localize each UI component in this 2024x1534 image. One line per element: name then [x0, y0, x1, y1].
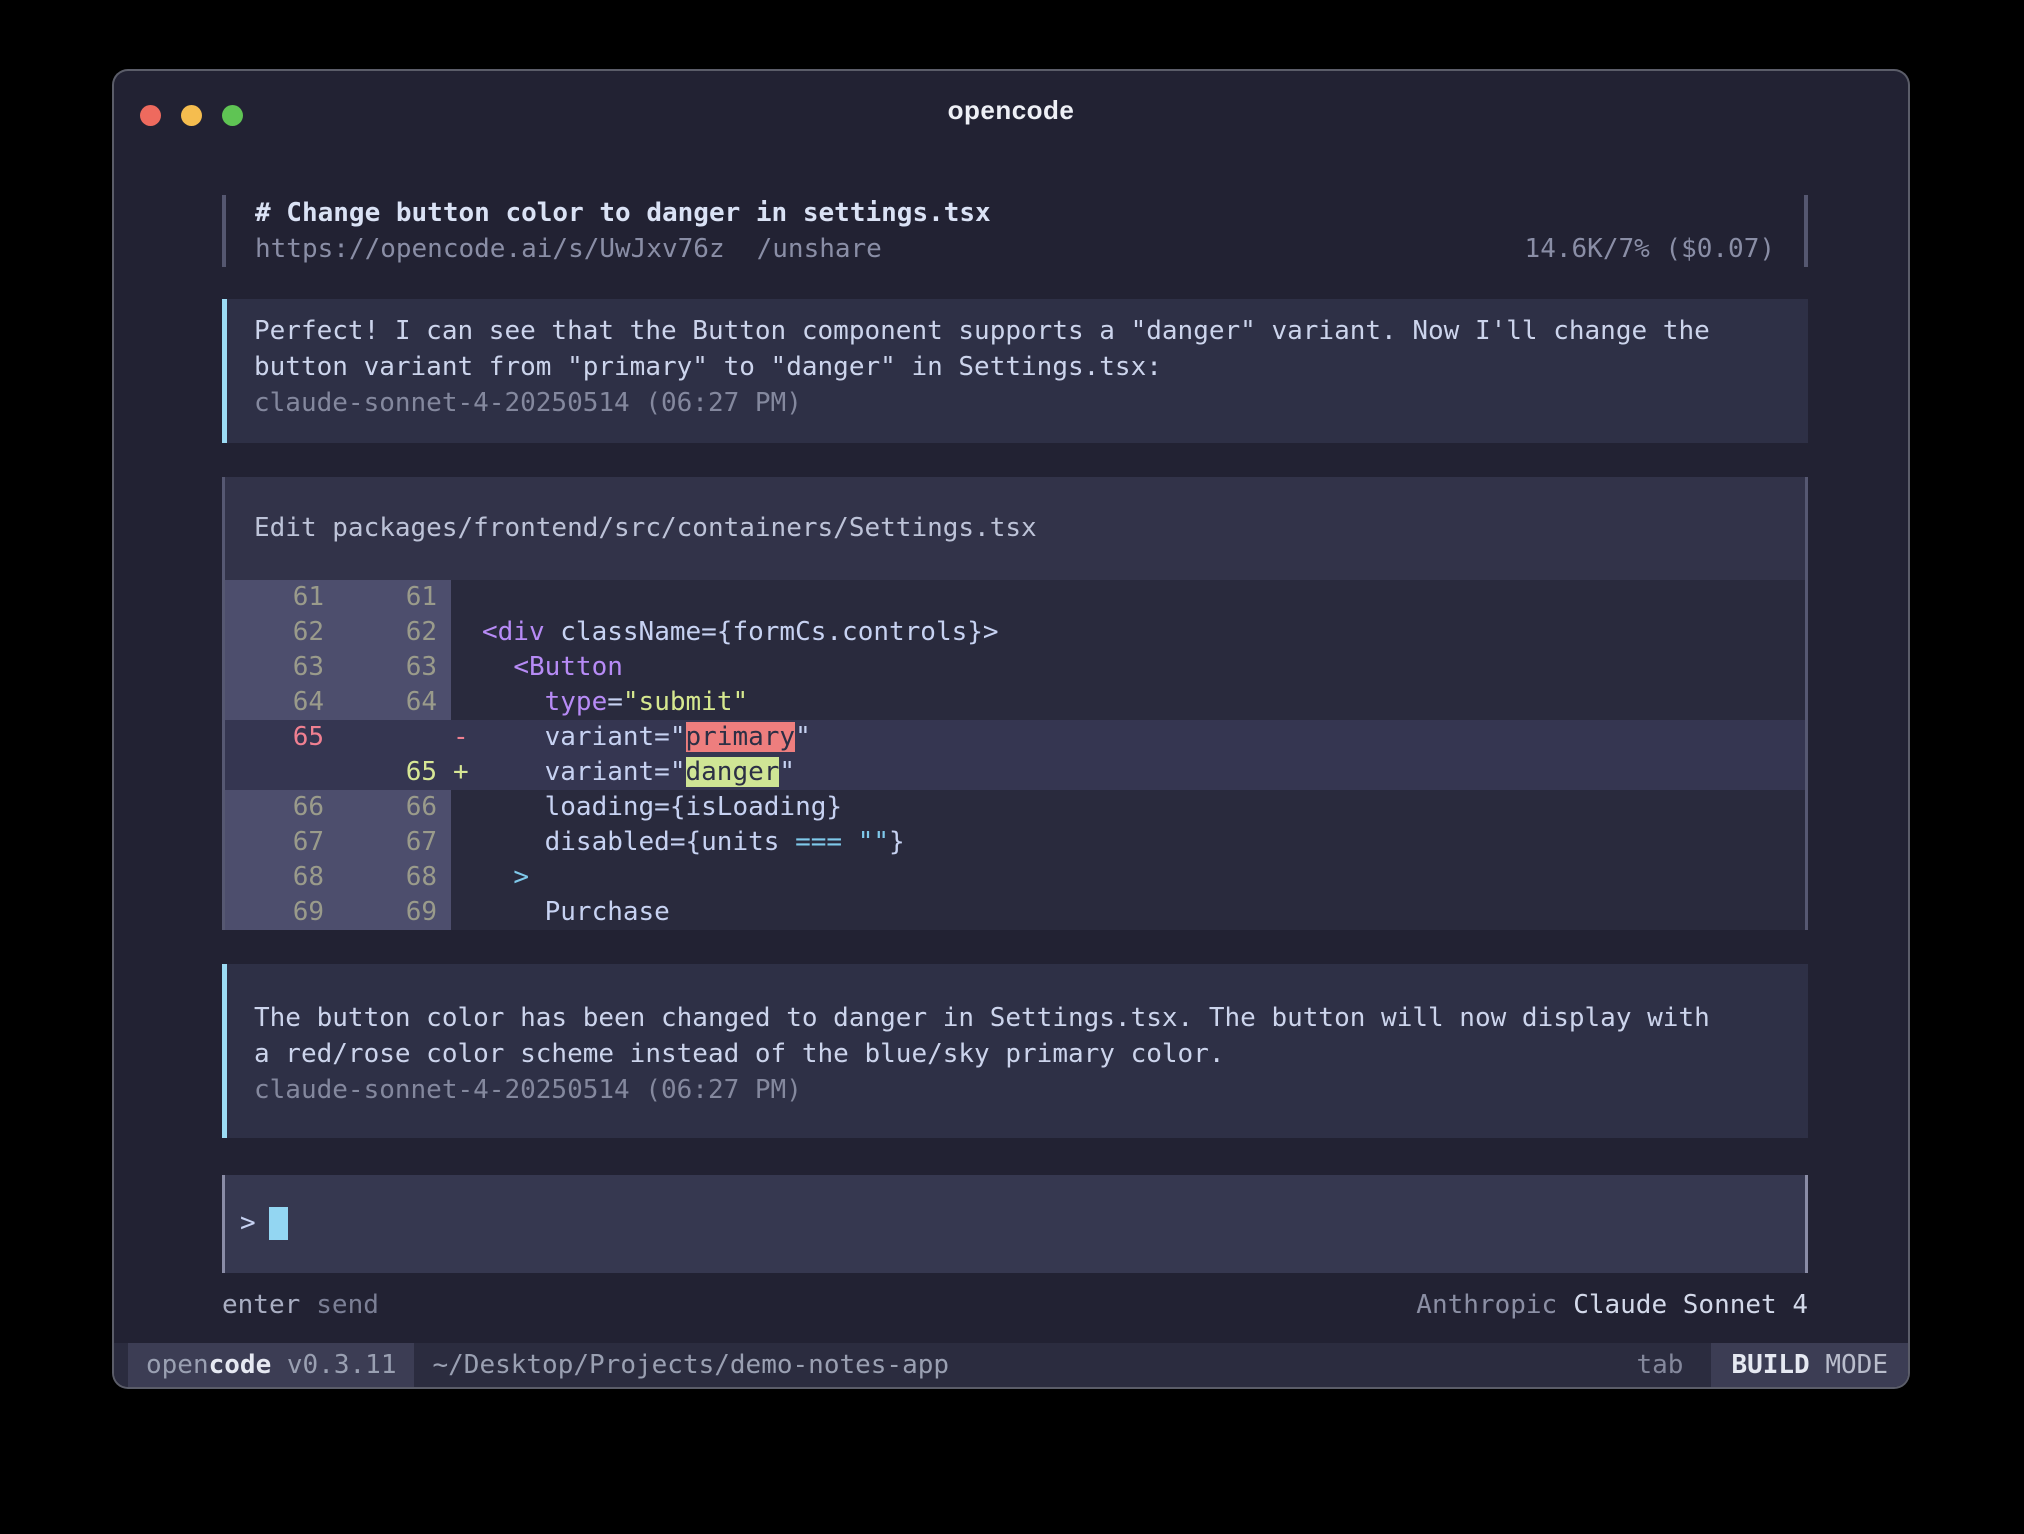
diff-marker — [451, 895, 482, 930]
model-hint: Anthropic Claude Sonnet 4 — [1416, 1287, 1808, 1323]
diff-code-line: Purchase — [482, 895, 670, 930]
assistant-message: The button color has been changed to dan… — [222, 964, 1808, 1138]
edit-tool-title: Edit packages/frontend/src/containers/Se… — [222, 477, 1808, 580]
session-header: # Change button color to danger in setti… — [222, 195, 1808, 267]
text-cursor — [269, 1207, 288, 1240]
diff-line-number-old: 65 — [225, 720, 338, 755]
diff-marker — [451, 580, 482, 615]
diff-line-number-old: 63 — [225, 650, 338, 685]
diff-line-number-old: 68 — [225, 860, 338, 895]
diff-marker — [451, 825, 482, 860]
diff-row: 6868 > — [225, 860, 1805, 895]
status-bar: opencode v0.3.11 ~/Desktop/Projects/demo… — [114, 1343, 1908, 1387]
diff-line-number-new: 63 — [338, 650, 451, 685]
diff-row: 6969 Purchase — [225, 895, 1805, 930]
diff-row: 6363 <Button — [225, 650, 1805, 685]
model-label: Claude Sonnet 4 — [1573, 1290, 1808, 1320]
message-meta: claude-sonnet-4-20250514 (06:27 PM) — [254, 385, 1781, 421]
send-action-label: send — [316, 1290, 379, 1320]
mode-name: BUILD — [1731, 1350, 1809, 1380]
diff-code-line: variant="danger" — [482, 755, 795, 790]
diff-code-line: variant="primary" — [482, 720, 811, 755]
diff-code-line: type="submit" — [482, 685, 748, 720]
titlebar: opencode — [114, 71, 1908, 149]
diff-line-number-old: 67 — [225, 825, 338, 860]
diff-line-number-new: 61 — [338, 580, 451, 615]
provider-label: Anthropic — [1416, 1290, 1557, 1320]
diff-line-number-new: 67 — [338, 825, 451, 860]
diff-row: 65 - variant="primary" — [225, 720, 1805, 755]
session-title: # Change button color to danger in setti… — [255, 195, 1775, 231]
diff-line-number-old: 64 — [225, 685, 338, 720]
diff-row: 6262 <div className={formCs.controls}> — [225, 615, 1805, 650]
diff-line-number-new: 66 — [338, 790, 451, 825]
window-title: opencode — [114, 95, 1908, 126]
mode-toggle-chip[interactable]: BUILD MODE — [1711, 1343, 1908, 1387]
diff-marker: - — [451, 720, 482, 755]
diff-line-number-old: 69 — [225, 895, 338, 930]
opencode-window: opencode # Change button color to danger… — [114, 71, 1908, 1387]
diff-row: 6161 — [225, 580, 1805, 615]
enter-key-label: enter — [222, 1290, 300, 1320]
diff-row: 6464 type="submit" — [225, 685, 1805, 720]
message-meta: claude-sonnet-4-20250514 (06:27 PM) — [254, 1072, 1781, 1108]
diff-line-number-old: 66 — [225, 790, 338, 825]
diff-code-line: loading={isLoading} — [482, 790, 842, 825]
diff-line-number-new — [338, 720, 451, 755]
diff-marker: + — [451, 755, 482, 790]
diff-line-number-new: 62 — [338, 615, 451, 650]
diff-code-line: <Button — [482, 650, 623, 685]
diff-line-number-old: 62 — [225, 615, 338, 650]
diff-code-line: <div className={formCs.controls}> — [482, 615, 999, 650]
diff-line-number-new: 64 — [338, 685, 451, 720]
session-content: # Change button color to danger in setti… — [222, 195, 1808, 1323]
enter-hint: enter send — [222, 1287, 379, 1323]
unshare-command[interactable]: /unshare — [757, 231, 882, 267]
token-stats: 14.6K/7% ($0.07) — [1525, 231, 1775, 267]
edit-tool-card: Edit packages/frontend/src/containers/Se… — [222, 477, 1808, 930]
diff-row: 65+ variant="danger" — [225, 755, 1805, 790]
diff-line-number-new: 69 — [338, 895, 451, 930]
diff-marker — [451, 615, 482, 650]
diff-line-number-new: 65 — [338, 755, 451, 790]
desktop: { "window": { "title": "opencode" }, "sh… — [0, 0, 2024, 1534]
app-name-open: open — [146, 1350, 209, 1380]
app-version-chip: opencode v0.3.11 — [128, 1343, 414, 1387]
diff-line-number-old — [225, 755, 338, 790]
diff-code-line: > — [482, 860, 529, 895]
prompt-symbol: > — [240, 1208, 256, 1238]
message-text: Perfect! I can see that the Button compo… — [254, 313, 1781, 385]
prompt-input[interactable]: > — [222, 1175, 1808, 1273]
diff-marker — [451, 650, 482, 685]
tab-key-hint: tab — [1636, 1343, 1683, 1387]
mode-word: MODE — [1810, 1350, 1888, 1380]
diff-marker — [451, 790, 482, 825]
message-text: The button color has been changed to dan… — [254, 1000, 1781, 1072]
diff-marker — [451, 685, 482, 720]
diff-row: 6767 disabled={units === ""} — [225, 825, 1805, 860]
hint-bar: enter send Anthropic Claude Sonnet 4 — [222, 1287, 1808, 1323]
diff-code-line: disabled={units === ""} — [482, 825, 905, 860]
app-version: v0.3.11 — [271, 1350, 396, 1380]
project-path: ~/Desktop/Projects/demo-notes-app — [432, 1343, 949, 1387]
diff-view: 61616262 <div className={formCs.controls}… — [222, 580, 1808, 930]
app-name-code: code — [209, 1350, 272, 1380]
diff-line-number-old: 61 — [225, 580, 338, 615]
diff-line-number-new: 68 — [338, 860, 451, 895]
share-url[interactable]: https://opencode.ai/s/UwJxv76z — [255, 231, 725, 267]
diff-row: 6666 loading={isLoading} — [225, 790, 1805, 825]
assistant-message: Perfect! I can see that the Button compo… — [222, 299, 1808, 443]
diff-marker — [451, 860, 482, 895]
